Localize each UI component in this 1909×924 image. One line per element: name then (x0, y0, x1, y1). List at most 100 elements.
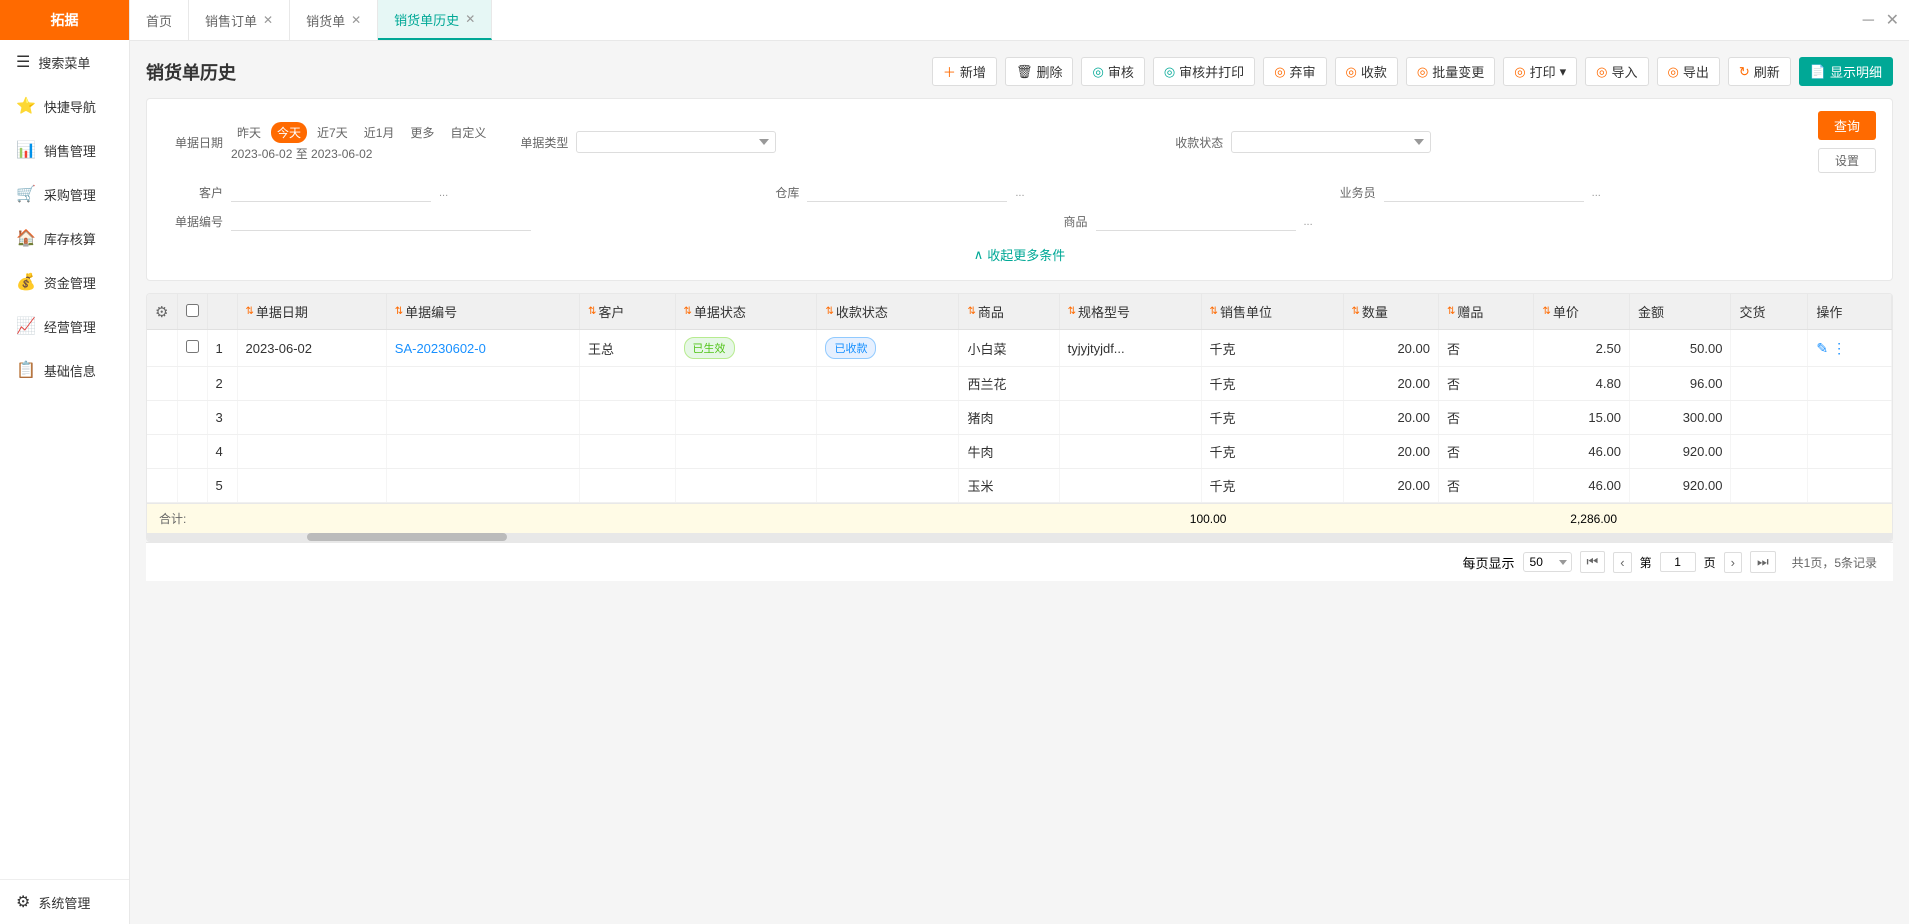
row-qty: 20.00 (1343, 330, 1438, 367)
query-button[interactable]: 查询 (1818, 111, 1876, 140)
goods-input[interactable] (1096, 212, 1296, 231)
sidebar-item-finance[interactable]: 💰 资金管理 (0, 260, 129, 304)
row-doc-no[interactable] (386, 469, 579, 503)
date-tab-today[interactable]: 今天 (271, 122, 307, 143)
row-checkbox-cell[interactable] (177, 401, 207, 435)
sidebar-item-operations[interactable]: 📈 经营管理 (0, 304, 129, 348)
payment-status-filter-group: 收款状态 (1163, 131, 1802, 153)
import-button[interactable]: ◎ 导入 (1585, 57, 1648, 86)
row-doc-no[interactable] (386, 401, 579, 435)
row-gear (147, 469, 177, 503)
date-tab-more[interactable]: 更多 (404, 122, 440, 143)
col-payment-status[interactable]: ⇅收款状态 (817, 294, 959, 330)
edit-icon[interactable]: ✎ (1816, 340, 1828, 357)
row-checkbox-cell[interactable] (177, 330, 207, 367)
close-all-icon[interactable]: ✕ (1886, 12, 1899, 29)
payment-status-select[interactable] (1231, 131, 1431, 153)
doc-no-link[interactable]: SA-20230602-0 (395, 341, 486, 356)
col-price[interactable]: ⇅单价 (1534, 294, 1629, 330)
sidebar-item-sys-mgmt[interactable]: ⚙ 系统管理 (0, 880, 129, 924)
warehouse-input[interactable] (807, 183, 1007, 202)
show-detail-button[interactable]: 📄 显示明细 (1799, 57, 1893, 86)
tab-sales-goods[interactable]: 销货单 ✕ (290, 0, 378, 40)
tab-home[interactable]: 首页 (130, 0, 189, 40)
row-doc-no[interactable] (386, 367, 579, 401)
select-all-checkbox[interactable] (186, 304, 199, 317)
settings-icon[interactable]: ⚙ (155, 304, 168, 321)
col-goods[interactable]: ⇅商品 (959, 294, 1059, 330)
sidebar-item-inventory[interactable]: 🏠 库存核算 (0, 216, 129, 260)
row-checkbox-cell[interactable] (177, 469, 207, 503)
table-scroll[interactable]: ⚙ ⇅单据日期 ⇅单据编号 (147, 294, 1892, 503)
add-button[interactable]: ＋ 新增 (932, 57, 997, 86)
row-spec (1059, 469, 1201, 503)
export-button[interactable]: ◎ 导出 (1657, 57, 1720, 86)
salesperson-input[interactable] (1384, 183, 1584, 202)
audit-button[interactable]: ◎ 审核 (1081, 57, 1144, 86)
row-customer (580, 469, 675, 503)
doc-no-input[interactable] (231, 212, 531, 231)
col-spec[interactable]: ⇅规格型号 (1059, 294, 1201, 330)
tab-sales-history-close[interactable]: ✕ (465, 12, 475, 26)
per-page-select[interactable]: 50 100 200 (1523, 552, 1572, 572)
abandon-button[interactable]: ◎ 弃审 (1263, 57, 1326, 86)
col-check[interactable] (177, 294, 207, 330)
row-doc-no[interactable]: SA-20230602-0 (386, 330, 579, 367)
tab-sales-goods-close[interactable]: ✕ (351, 13, 361, 27)
import-icon: ◎ (1596, 64, 1607, 80)
batch-change-button[interactable]: ◎ 批量变更 (1406, 57, 1495, 86)
print-button[interactable]: ◎ 打印 ▾ (1503, 57, 1577, 86)
scrollbar-thumb[interactable] (307, 533, 507, 541)
more-icon[interactable]: ⋮ (1832, 340, 1846, 357)
tab-sales-order[interactable]: 销售订单 ✕ (189, 0, 290, 40)
setting-button[interactable]: 设置 (1818, 148, 1876, 173)
delete-button[interactable]: 🗑 删除 (1005, 57, 1074, 86)
sidebar-item-sales-mgmt[interactable]: 📊 销售管理 (0, 128, 129, 172)
col-gift[interactable]: ⇅赠品 (1439, 294, 1534, 330)
date-tab-7days[interactable]: 近7天 (311, 122, 354, 143)
customer-dots[interactable]: ... (439, 187, 448, 199)
row-checkbox-cell[interactable] (177, 435, 207, 469)
date-tab-custom[interactable]: 自定义 (444, 122, 492, 143)
row-gift: 否 (1439, 401, 1534, 435)
date-tab-1month[interactable]: 近1月 (358, 122, 401, 143)
date-label: 单据日期 (163, 134, 223, 151)
col-qty[interactable]: ⇅数量 (1343, 294, 1438, 330)
doc-type-select[interactable] (576, 131, 776, 153)
col-doc-status[interactable]: ⇅单据状态 (675, 294, 817, 330)
audit-print-button[interactable]: ◎ 审核并打印 (1153, 57, 1255, 86)
prev-page-button[interactable]: ‹ (1613, 552, 1631, 573)
row-price: 15.00 (1534, 401, 1629, 435)
salesperson-dots[interactable]: ... (1592, 187, 1601, 199)
last-page-button[interactable]: ⏭ (1750, 551, 1776, 573)
sidebar-item-basic-info[interactable]: 📋 基础信息 (0, 348, 129, 392)
col-doc-no[interactable]: ⇅单据编号 (386, 294, 579, 330)
row-number: 5 (207, 469, 237, 503)
customer-input[interactable] (231, 183, 431, 202)
date-tab-yesterday[interactable]: 昨天 (231, 122, 267, 143)
collect-button[interactable]: ◎ 收款 (1335, 57, 1398, 86)
sidebar-item-purchase-mgmt[interactable]: 🛒 采购管理 (0, 172, 129, 216)
first-page-button[interactable]: ⏮ (1580, 551, 1606, 573)
col-gear[interactable]: ⚙ (147, 294, 177, 330)
page-number-input[interactable] (1660, 552, 1696, 572)
warehouse-dots[interactable]: ... (1015, 187, 1024, 199)
minimize-icon[interactable]: ─ (1863, 12, 1874, 29)
collapse-button[interactable]: ∧ 收起更多条件 (974, 241, 1066, 268)
refresh-button[interactable]: ↻ 刷新 (1728, 57, 1791, 86)
col-doc-date[interactable]: ⇅单据日期 (237, 294, 386, 330)
row-checkbox-cell[interactable] (177, 367, 207, 401)
row-checkbox[interactable] (186, 340, 199, 353)
tab-sales-history[interactable]: 销货单历史 ✕ (378, 0, 492, 40)
row-doc-no[interactable] (386, 435, 579, 469)
sidebar-item-quick-nav[interactable]: ⭐ 快捷导航 (0, 84, 129, 128)
col-unit[interactable]: ⇅销售单位 (1201, 294, 1343, 330)
goods-dots[interactable]: ... (1304, 216, 1313, 228)
horizontal-scrollbar[interactable] (147, 533, 1892, 541)
row-number: 4 (207, 435, 237, 469)
row-action (1808, 367, 1892, 401)
tab-sales-order-close[interactable]: ✕ (263, 13, 273, 27)
col-customer[interactable]: ⇅客户 (580, 294, 675, 330)
next-page-button[interactable]: › (1724, 552, 1742, 573)
sidebar-item-search-menu[interactable]: ☰ 搜索菜单 (0, 40, 129, 84)
